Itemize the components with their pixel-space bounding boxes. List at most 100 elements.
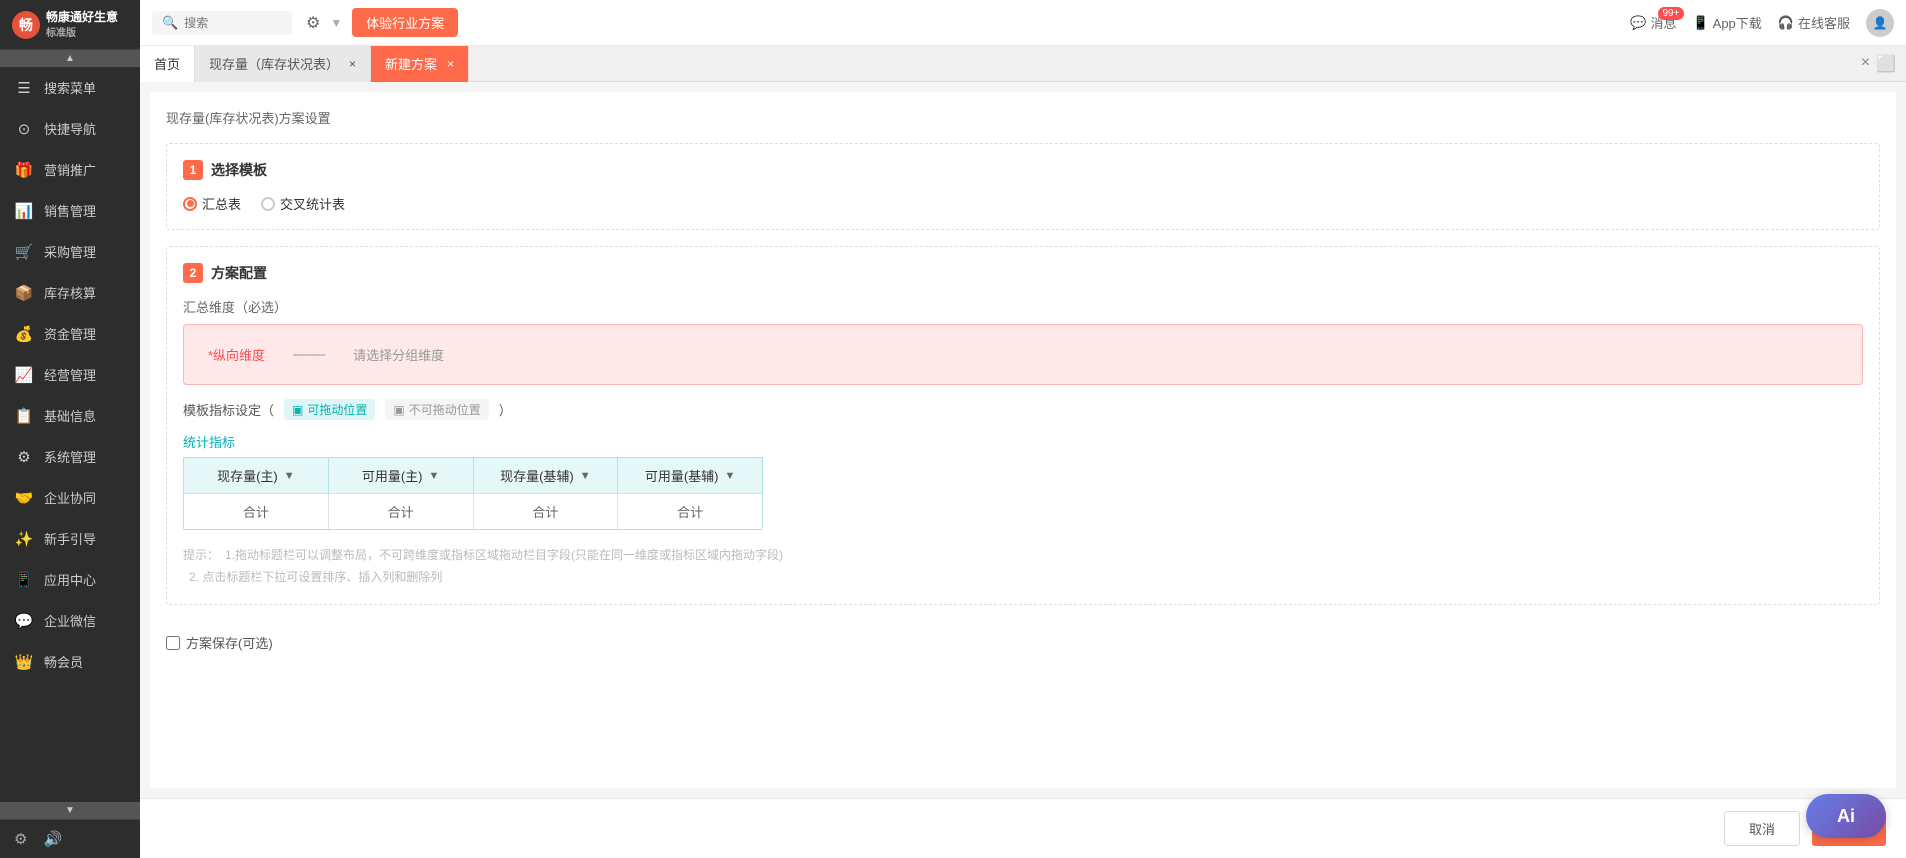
- sidebar-item-ops[interactable]: 📈 经营管理: [0, 354, 140, 395]
- sidebar-item-basic-info[interactable]: 📋 基础信息: [0, 395, 140, 436]
- content-inner: 现存量(库存状况表)方案设置 1 选择模板 汇总表 交叉统计表: [150, 92, 1896, 788]
- cell-1-4-value: 合计: [677, 502, 703, 521]
- ai-label: Ai: [1837, 806, 1855, 827]
- col-header-1-label: 现存量(主): [217, 466, 278, 485]
- footer-bar: 取消 查询: [140, 798, 1906, 858]
- membership-icon: 👑: [14, 653, 34, 671]
- col-header-3[interactable]: 现存量(基辅) ▼: [474, 458, 619, 493]
- search-icon: 🔍: [162, 15, 178, 31]
- section1-header: 1 选择模板: [183, 160, 1863, 180]
- user-avatar[interactable]: 👤: [1866, 9, 1894, 37]
- sidebar-item-purchase[interactable]: 🛒 采购管理: [0, 231, 140, 272]
- sidebar-label-marketing: 营销推广: [44, 160, 96, 179]
- sidebar-item-quick-nav[interactable]: ⊙ 快捷导航: [0, 108, 140, 149]
- ai-bubble[interactable]: Ai: [1806, 794, 1886, 838]
- purchase-icon: 🛒: [14, 243, 34, 261]
- tab-new-plan-close-icon[interactable]: ×: [447, 57, 454, 71]
- sound-icon[interactable]: 🔊: [43, 830, 62, 848]
- sidebar-item-inventory[interactable]: 📦 库存核算: [0, 272, 140, 313]
- sidebar-item-search-menu[interactable]: ☰ 搜索菜单: [0, 67, 140, 108]
- hint-1: 提示： 1.拖动标题栏可以调整布局，不可跨维度或指标区域拖动栏目字段(只能在同一…: [183, 545, 1863, 567]
- app-name: 畅康通好生意: [46, 10, 118, 24]
- sidebar-scroll-down[interactable]: ▼: [0, 802, 140, 819]
- topbar-right: 💬 消息 99+ 📱 App下载 🎧 在线客服 👤: [1630, 9, 1894, 37]
- col-header-2-label: 可用量(主): [362, 466, 423, 485]
- cell-1-4: 合计: [618, 494, 762, 529]
- save-checkbox[interactable]: [166, 636, 180, 650]
- hint-1-text: 1.拖动标题栏可以调整布局，不可跨维度或指标区域拖动栏目字段(只能在同一维度或指…: [225, 545, 783, 567]
- movable-chip: ▣ 可拖动位置: [284, 399, 375, 420]
- sidebar-item-corp-wechat[interactable]: 💬 企业微信: [0, 600, 140, 641]
- immovable-indicator: ▣: [393, 403, 404, 417]
- sidebar-item-marketing[interactable]: 🎁 营销推广: [0, 149, 140, 190]
- section2-title: 方案配置: [211, 263, 267, 283]
- template-radio-group: 汇总表 交叉统计表: [183, 194, 1863, 213]
- sidebar-label-basic-info: 基础信息: [44, 406, 96, 425]
- sidebar-label-sys-mgmt: 系统管理: [44, 447, 96, 466]
- sidebar-item-app-center[interactable]: 📱 应用中心: [0, 559, 140, 600]
- save-label: 方案保存(可选): [186, 633, 273, 652]
- indicator-suffix: ）: [499, 400, 512, 419]
- sidebar-item-finance[interactable]: 💰 资金管理: [0, 313, 140, 354]
- stats-table: 现存量(主) ▼ 可用量(主) ▼ 现存量(基辅) ▼ 可用量(基辅): [183, 457, 763, 530]
- app-logo: 畅 畅康通好生意 标准版: [0, 0, 140, 50]
- tab-inventory-status-label: 现存量（库存状况表）: [209, 54, 339, 73]
- cell-1-2: 合计: [329, 494, 474, 529]
- search-input[interactable]: [184, 16, 274, 30]
- radio-summary-circle: [183, 197, 197, 211]
- radio-cross[interactable]: 交叉统计表: [261, 194, 345, 213]
- industry-btn[interactable]: 体验行业方案: [352, 8, 458, 37]
- sidebar-label-quick-nav: 快捷导航: [44, 119, 96, 138]
- search-menu-icon: ☰: [14, 79, 34, 97]
- sidebar: 畅 畅康通好生意 标准版 ▲ ☰ 搜索菜单 ⊙ 快捷导航 🎁 营销推广 📊 销售…: [0, 0, 140, 858]
- radio-cross-circle: [261, 197, 275, 211]
- sidebar-scroll-up[interactable]: ▲: [0, 50, 140, 67]
- cell-1-2-value: 合计: [388, 502, 414, 521]
- app-download-btn[interactable]: 📱 App下载: [1692, 13, 1761, 32]
- movable-indicator: ▣: [292, 403, 303, 417]
- col-header-3-label: 现存量(基辅): [500, 466, 574, 485]
- tab-new-plan[interactable]: 新建方案 ×: [371, 46, 469, 82]
- col-header-1[interactable]: 现存量(主) ▼: [184, 458, 329, 493]
- sidebar-item-new-guide[interactable]: ✨ 新手引导: [0, 518, 140, 559]
- headset-icon: 🎧: [1778, 15, 1794, 31]
- marketing-icon: 🎁: [14, 161, 34, 179]
- dim-placeholder: 请选择分组维度: [353, 345, 444, 364]
- section1-num: 1: [183, 160, 203, 180]
- tab-new-plan-label: 新建方案: [385, 54, 437, 73]
- tab-home[interactable]: 首页: [140, 46, 195, 82]
- logo-icon: 畅: [12, 11, 40, 39]
- cancel-button[interactable]: 取消: [1724, 811, 1800, 846]
- sidebar-label-inventory: 库存核算: [44, 283, 96, 302]
- window-close-icon[interactable]: ×: [1861, 54, 1870, 74]
- sidebar-label-new-guide: 新手引导: [44, 529, 96, 548]
- sidebar-item-membership[interactable]: 👑 畅会员: [0, 641, 140, 682]
- indicator-label: 模板指标设定（: [183, 400, 274, 419]
- app-version: 标准版: [46, 24, 118, 39]
- sidebar-label-corp-collab: 企业协同: [44, 488, 96, 507]
- stats-table-row-1: 合计 合计 合计 合计: [184, 493, 762, 529]
- settings-icon[interactable]: ⚙: [14, 830, 27, 848]
- col-header-2[interactable]: 可用量(主) ▼: [329, 458, 474, 493]
- tab-window-controls: × ⬜: [1851, 54, 1906, 74]
- online-service-btn[interactable]: 🎧 在线客服: [1778, 13, 1850, 32]
- section2-header: 2 方案配置: [183, 263, 1863, 283]
- inventory-icon: 📦: [14, 284, 34, 302]
- dim-required-area[interactable]: *纵向维度 —— 请选择分组维度: [183, 324, 1863, 385]
- dropdown-icon[interactable]: ▼: [330, 16, 342, 30]
- app-download-label: App下载: [1713, 13, 1762, 32]
- window-expand-icon[interactable]: ⬜: [1876, 54, 1896, 74]
- col-header-4[interactable]: 可用量(基辅) ▼: [618, 458, 762, 493]
- sidebar-item-corp-collab[interactable]: 🤝 企业协同: [0, 477, 140, 518]
- sidebar-item-sys-mgmt[interactable]: ⚙ 系统管理: [0, 436, 140, 477]
- tab-inventory-status[interactable]: 现存量（库存状况表） ×: [195, 46, 371, 82]
- topbar-search[interactable]: 🔍: [152, 11, 292, 35]
- gear-icon[interactable]: ⚙: [306, 13, 320, 33]
- sidebar-item-sales[interactable]: 📊 销售管理: [0, 190, 140, 231]
- tab-inventory-close-icon[interactable]: ×: [349, 57, 356, 71]
- radio-summary[interactable]: 汇总表: [183, 194, 241, 213]
- message-btn[interactable]: 💬 消息 99+: [1630, 13, 1676, 32]
- sidebar-footer: ⚙ 🔊: [0, 819, 140, 858]
- online-service-label: 在线客服: [1798, 13, 1850, 32]
- quick-nav-icon: ⊙: [14, 120, 34, 138]
